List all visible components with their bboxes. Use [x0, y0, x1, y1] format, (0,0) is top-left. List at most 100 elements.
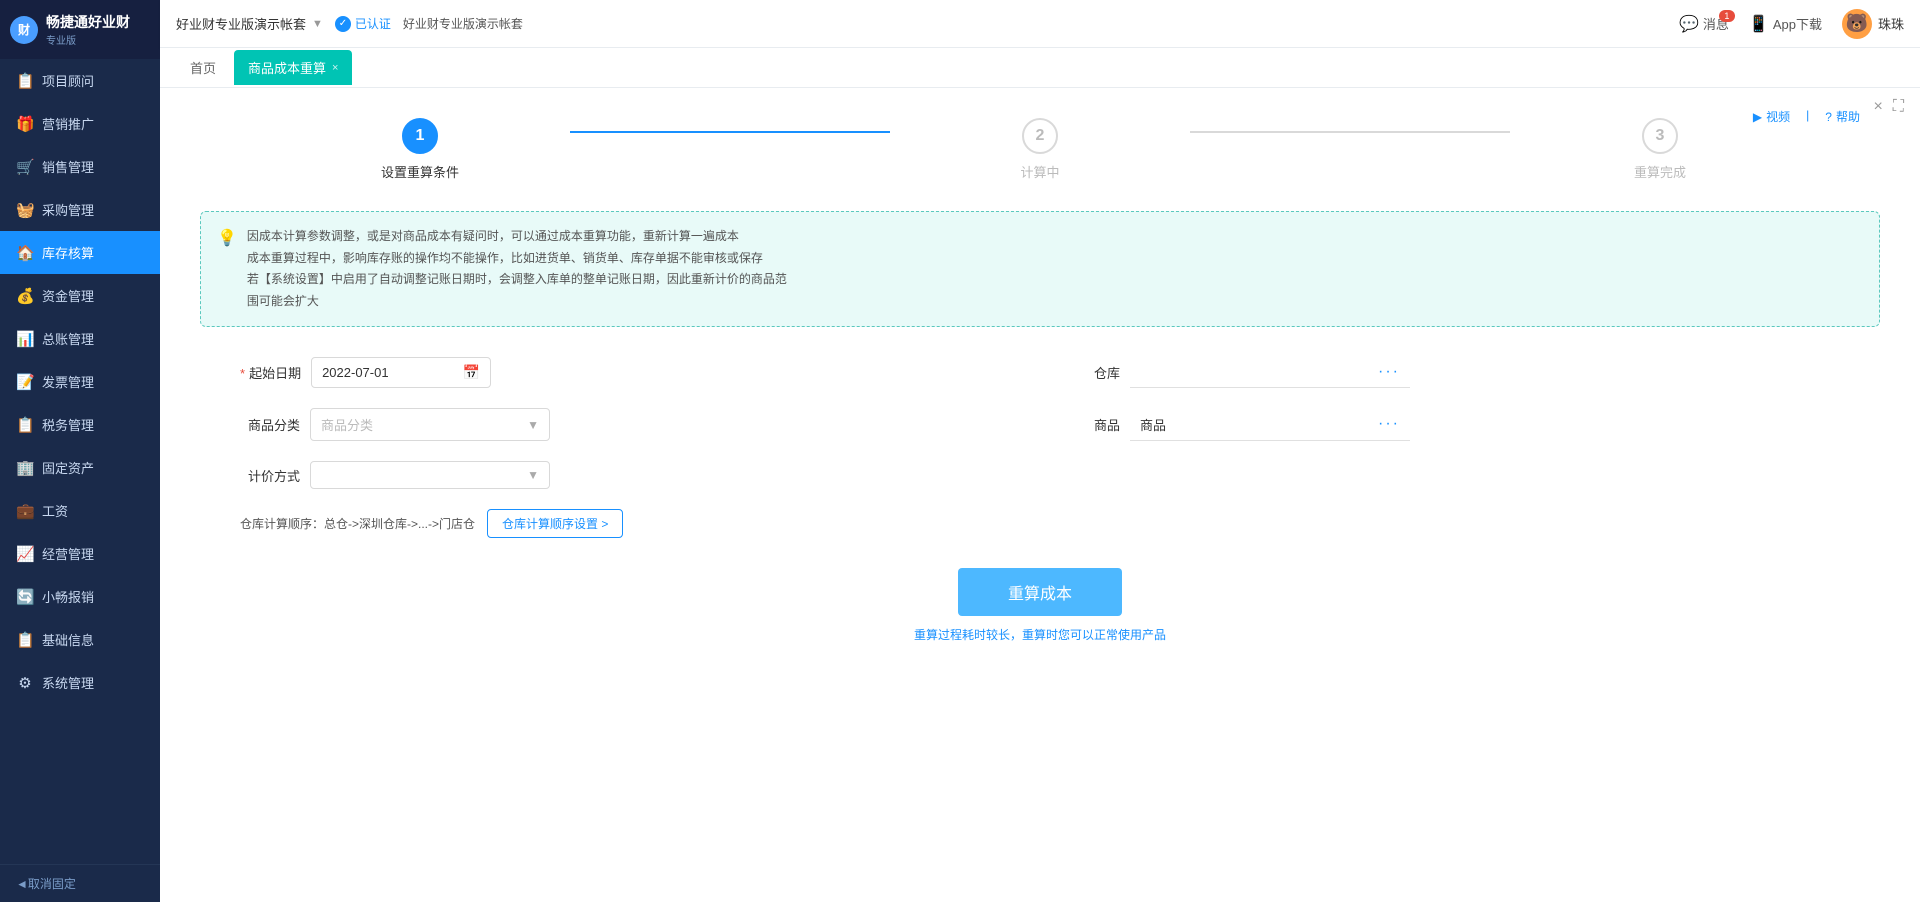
recalculate-button[interactable]: 重算成本 — [958, 568, 1122, 616]
sidebar-nav: 📋 项目顾问 🎁 营销推广 🛒 销售管理 🧺 采购管理 🏠 库存核算 💰 资金管… — [0, 59, 160, 864]
product-more-icon[interactable]: ··· — [1378, 415, 1400, 433]
info-text: 因成本计算参数调整，或是对商品成本有疑问时，可以通过成本重算功能，重新计算一遍成… — [247, 226, 787, 312]
sidebar-item-purchase[interactable]: 🧺 采购管理 — [0, 188, 160, 231]
start-date-field: *起始日期 2022-07-01 📅 — [240, 357, 1020, 388]
sidebar-label-expense: 小畅报销 — [42, 587, 94, 606]
sidebar-unpin-button[interactable]: ◄取消固定 — [0, 864, 160, 902]
category-label: 商品分类 — [240, 415, 300, 434]
sidebar-label-inventory: 库存核算 — [42, 243, 94, 262]
close-button[interactable]: × — [1873, 98, 1882, 116]
category-placeholder: 商品分类 — [321, 415, 519, 434]
step-number-1: 1 — [416, 127, 425, 145]
warehouse-more-icon[interactable]: ··· — [1378, 363, 1400, 381]
sidebar-label-tax: 税务管理 — [42, 415, 94, 434]
sidebar-label-basic: 基础信息 — [42, 630, 94, 649]
order-line: 仓库计算顺序：总仓->深圳仓库->...->门店仓 仓库计算顺序设置 > — [240, 509, 1840, 538]
sidebar-item-marketing[interactable]: 🎁 营销推广 — [0, 102, 160, 145]
ops-icon: 📈 — [16, 545, 34, 563]
form-row-2: 商品分类 商品分类 ▼ 商品 商品 ··· — [240, 408, 1840, 441]
finance-icon: 💰 — [16, 287, 34, 305]
step-circle-1: 1 — [402, 118, 438, 154]
step-label-3: 重算完成 — [1634, 162, 1686, 181]
app-download-button[interactable]: 📱 App下载 — [1749, 14, 1822, 34]
user-name: 珠珠 — [1878, 14, 1904, 33]
tab-recalc[interactable]: 商品成本重算 × — [234, 50, 352, 85]
sidebar-label-salary: 工资 — [42, 501, 68, 520]
product-input[interactable]: 商品 ··· — [1130, 409, 1410, 441]
info-line-2: 成本重算过程中，影响库存账的操作均不能操作，比如进货单、销货单、库存单据不能审核… — [247, 248, 787, 270]
sidebar-item-salary[interactable]: 💼 工资 — [0, 489, 160, 532]
assets-icon: 🏢 — [16, 459, 34, 477]
sidebar-label-project: 项目顾问 — [42, 71, 94, 90]
sidebar-item-expense[interactable]: 🔄 小畅报销 — [0, 575, 160, 618]
calendar-icon[interactable]: 📅 — [463, 364, 480, 381]
shield-icon: ✓ — [335, 16, 351, 32]
user-profile[interactable]: 🐻 珠珠 — [1842, 9, 1904, 39]
product-placeholder: 商品 — [1140, 415, 1370, 434]
message-button[interactable]: 💬 消息 1 — [1679, 14, 1729, 34]
pricing-field: 计价方式 ▼ — [240, 461, 1840, 489]
topbar: 好业财专业版演示帐套 ▼ ✓ 已认证 好业财专业版演示帐套 💬 消息 1 📱 A… — [160, 0, 1920, 48]
order-settings-button[interactable]: 仓库计算顺序设置 > — [487, 509, 623, 538]
product-label: 商品 — [1060, 415, 1120, 434]
form-section: *起始日期 2022-07-01 📅 仓库 ··· — [200, 357, 1880, 538]
info-icon: 💡 — [217, 228, 237, 312]
tab-home[interactable]: 首页 — [176, 50, 230, 85]
certified-badge: ✓ 已认证 — [335, 15, 391, 32]
app-title: 畅捷通好业财 — [46, 12, 130, 32]
sidebar-item-basic[interactable]: 📋 基础信息 — [0, 618, 160, 661]
expand-button[interactable]: ⛶ — [1893, 98, 1904, 116]
step-3: 3 重算完成 — [1500, 118, 1820, 181]
sidebar-item-inventory[interactable]: 🏠 库存核算 — [0, 231, 160, 274]
step-circle-2: 2 — [1022, 118, 1058, 154]
accounting-icon: 📊 — [16, 330, 34, 348]
step-indicator: 1 设置重算条件 2 计算中 3 重算完成 — [200, 118, 1880, 181]
order-btn-label: 仓库计算顺序设置 > — [502, 515, 608, 532]
submit-note: 重算过程耗时较长，重算时您可以正常使用产品 — [914, 626, 1166, 643]
sidebar-label-accounting: 总账管理 — [42, 329, 94, 348]
sidebar-label-invoice: 发票管理 — [42, 372, 94, 391]
user-avatar: 🐻 — [1842, 9, 1872, 39]
account-selector[interactable]: 好业财专业版演示帐套 ▼ — [176, 14, 323, 33]
product-field: 商品 商品 ··· — [1060, 409, 1840, 441]
message-badge: 1 — [1719, 10, 1735, 22]
sidebar-bottom-label: ◄取消固定 — [16, 875, 76, 892]
pricing-select[interactable]: ▼ — [310, 461, 550, 489]
phone-icon: 📱 — [1749, 14, 1769, 34]
sales-icon: 🛒 — [16, 158, 34, 176]
basic-icon: 📋 — [16, 631, 34, 649]
sidebar-item-accounting[interactable]: 📊 总账管理 — [0, 317, 160, 360]
invoice-icon: 📝 — [16, 373, 34, 391]
sidebar-label-finance: 资金管理 — [42, 286, 94, 305]
topbar-right: 💬 消息 1 📱 App下载 🐻 珠珠 — [1679, 9, 1904, 39]
sidebar-item-finance[interactable]: 💰 资金管理 — [0, 274, 160, 317]
sidebar-item-tax[interactable]: 📋 税务管理 — [0, 403, 160, 446]
tab-recalc-label: 商品成本重算 — [248, 58, 326, 77]
step-line-2 — [1190, 131, 1510, 133]
step-line-1 — [570, 131, 890, 133]
category-field: 商品分类 商品分类 ▼ — [240, 408, 1020, 441]
logo-icon: 财 — [10, 16, 38, 44]
sidebar-item-sales[interactable]: 🛒 销售管理 — [0, 145, 160, 188]
sidebar-label-marketing: 营销推广 — [42, 114, 94, 133]
tab-close-icon[interactable]: × — [332, 62, 338, 74]
info-line-1: 因成本计算参数调整，或是对商品成本有疑问时，可以通过成本重算功能，重新计算一遍成… — [247, 226, 787, 248]
sidebar-item-ops[interactable]: 📈 经营管理 — [0, 532, 160, 575]
info-box: 💡 因成本计算参数调整，或是对商品成本有疑问时，可以通过成本重算功能，重新计算一… — [200, 211, 1880, 327]
sidebar-item-project[interactable]: 📋 项目顾问 — [0, 59, 160, 102]
system-icon: ⚙ — [16, 674, 34, 692]
message-icon: 💬 — [1679, 14, 1699, 34]
step-circle-3: 3 — [1642, 118, 1678, 154]
sidebar-item-system[interactable]: ⚙ 系统管理 — [0, 661, 160, 704]
sidebar-item-invoice[interactable]: 📝 发票管理 — [0, 360, 160, 403]
sidebar-item-assets[interactable]: 🏢 固定资产 — [0, 446, 160, 489]
sidebar-logo: 财 畅捷通好业财 专业版 — [0, 0, 160, 59]
start-date-input[interactable]: 2022-07-01 📅 — [311, 357, 491, 388]
step-1: 1 设置重算条件 — [260, 118, 580, 181]
sidebar-label-sales: 销售管理 — [42, 157, 94, 176]
purchase-icon: 🧺 — [16, 201, 34, 219]
warehouse-input[interactable]: ··· — [1130, 357, 1410, 388]
account-full-name: 好业财专业版演示帐套 — [403, 15, 523, 32]
sidebar-label-assets: 固定资产 — [42, 458, 94, 477]
category-select[interactable]: 商品分类 ▼ — [310, 408, 550, 441]
